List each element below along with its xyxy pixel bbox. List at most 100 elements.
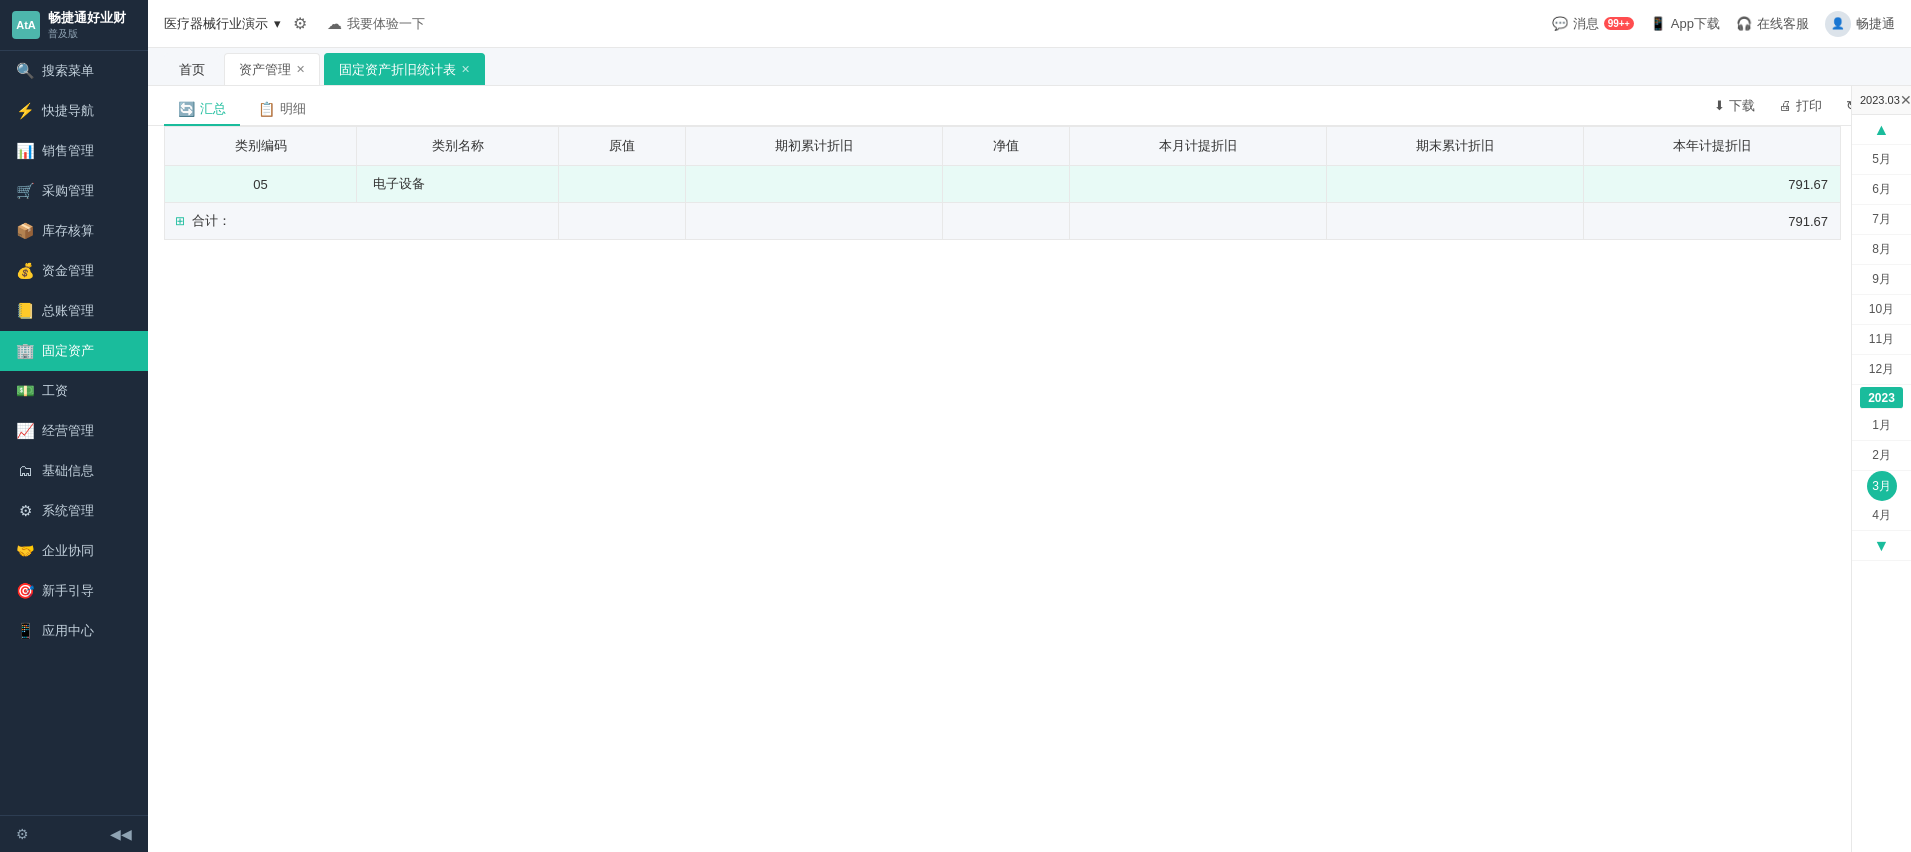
total-label: ⊞ 合计： bbox=[165, 203, 559, 240]
sidebar-item-collab[interactable]: 🤝 企业协同 bbox=[0, 531, 148, 571]
sidebar-item-purchase[interactable]: 🛒 采购管理 bbox=[0, 171, 148, 211]
row-monthly-dep bbox=[1070, 166, 1327, 203]
message-icon: 💬 bbox=[1552, 16, 1568, 31]
total-original bbox=[559, 203, 686, 240]
company-dropdown-icon: ▾ bbox=[274, 16, 281, 31]
headset-icon: 🎧 bbox=[1736, 16, 1752, 31]
support-button[interactable]: 🎧 在线客服 bbox=[1736, 15, 1809, 33]
month-7[interactable]: 7月 bbox=[1852, 205, 1911, 235]
col-monthly-depreciation: 本月计提折旧 bbox=[1070, 127, 1327, 166]
guide-icon: 🎯 bbox=[16, 582, 34, 600]
sidebar-item-quicknav[interactable]: ⚡ 快捷导航 bbox=[0, 91, 148, 131]
col-accumulated-depreciation: 期初累计折旧 bbox=[686, 127, 943, 166]
month-10[interactable]: 10月 bbox=[1852, 295, 1911, 325]
sidebar-label-quicknav: 快捷导航 bbox=[42, 102, 94, 120]
sidebar-item-search[interactable]: 🔍 搜索菜单 bbox=[0, 51, 148, 91]
app-logo: AtA 畅捷通好业财 普及版 bbox=[0, 0, 148, 51]
quicknav-icon: ⚡ bbox=[16, 102, 34, 120]
depreciation-tab-close[interactable]: ✕ bbox=[461, 63, 470, 76]
tab-asset-management[interactable]: 资产管理 ✕ bbox=[224, 53, 320, 85]
sidebar-item-fixed[interactable]: 🏢 固定资产 bbox=[0, 331, 148, 371]
month-3-active[interactable]: 3月 bbox=[1867, 471, 1897, 501]
month-9[interactable]: 9月 bbox=[1852, 265, 1911, 295]
top-header: 医疗器械行业演示 ▾ ⚙ ☁ 我要体验一下 💬 消息 99++ 📱 App下载 … bbox=[148, 0, 1911, 48]
user-label: 畅捷通 bbox=[1856, 15, 1895, 33]
footer-settings-icon[interactable]: ⚙ bbox=[16, 826, 29, 842]
salary-icon: 💵 bbox=[16, 382, 34, 400]
month-12[interactable]: 12月 bbox=[1852, 355, 1911, 385]
download-icon: ⬇ bbox=[1714, 98, 1725, 113]
message-label: 消息 bbox=[1573, 15, 1599, 33]
sidebar-label-inventory: 库存核算 bbox=[42, 222, 94, 240]
sidebar-collapse-icon[interactable]: ◀◀ bbox=[110, 826, 132, 842]
inventory-icon: 📦 bbox=[16, 222, 34, 240]
sidebar-item-ledger[interactable]: 📒 总账管理 bbox=[0, 291, 148, 331]
date-panel: 2023.03 ✕ ⤢ ▲ 5月 6月 7月 8月 9月 10月 11月 12月 bbox=[1851, 126, 1911, 852]
logo-sub: 普及版 bbox=[48, 27, 126, 40]
system-icon: ⚙ bbox=[16, 502, 34, 520]
sidebar-label-search: 搜索菜单 bbox=[42, 62, 94, 80]
download-button[interactable]: ⬇ 下载 bbox=[1706, 93, 1763, 119]
tab-depreciation[interactable]: 固定资产折旧统计表 ✕ bbox=[324, 53, 485, 85]
col-annual-depreciation: 本年计提折旧 bbox=[1584, 127, 1841, 166]
app-download-button[interactable]: 📱 App下载 bbox=[1650, 15, 1720, 33]
month-6[interactable]: 6月 bbox=[1852, 175, 1911, 205]
month-2[interactable]: 2月 bbox=[1852, 441, 1911, 471]
detail-label: 明细 bbox=[280, 100, 306, 118]
asset-tab-close[interactable]: ✕ bbox=[296, 63, 305, 76]
logo-text: 畅捷通好业财 普及版 bbox=[48, 10, 126, 40]
sidebar-item-sales[interactable]: 📊 销售管理 bbox=[0, 131, 148, 171]
purchase-icon: 🛒 bbox=[16, 182, 34, 200]
user-menu[interactable]: 👤 畅捷通 bbox=[1825, 11, 1895, 37]
message-button[interactable]: 💬 消息 99++ bbox=[1552, 15, 1634, 33]
year-2023-label: 2023 bbox=[1860, 387, 1903, 409]
col-category-name: 类别名称 bbox=[357, 127, 559, 166]
summary-label: 汇总 bbox=[200, 100, 226, 118]
header-right: 💬 消息 99++ 📱 App下载 🎧 在线客服 👤 畅捷通 bbox=[1552, 11, 1895, 37]
tab-home[interactable]: 首页 bbox=[164, 53, 220, 85]
row-original-value bbox=[559, 166, 686, 203]
tab-bar: 首页 资产管理 ✕ 固定资产折旧统计表 ✕ bbox=[148, 48, 1911, 86]
sidebar-item-basic[interactable]: 🗂 基础信息 bbox=[0, 451, 148, 491]
sidebar-item-system[interactable]: ⚙ 系统管理 bbox=[0, 491, 148, 531]
sidebar-menu: 🔍 搜索菜单 ⚡ 快捷导航 📊 销售管理 🛒 采购管理 📦 库存核算 💰 资金管… bbox=[0, 51, 148, 815]
sidebar-item-salary[interactable]: 💵 工资 bbox=[0, 371, 148, 411]
appstore-icon: 📱 bbox=[16, 622, 34, 640]
operations-icon: 📈 bbox=[16, 422, 34, 440]
sidebar-item-operations[interactable]: 📈 经营管理 bbox=[0, 411, 148, 451]
cloud-icon: ☁ bbox=[327, 15, 342, 33]
asset-tab-label: 资产管理 bbox=[239, 61, 291, 79]
company-selector[interactable]: 医疗器械行业演示 ▾ bbox=[164, 15, 281, 33]
sidebar-label-collab: 企业协同 bbox=[42, 542, 94, 560]
user-avatar: 👤 bbox=[1825, 11, 1851, 37]
sales-icon: 📊 bbox=[16, 142, 34, 160]
sidebar-label-sales: 销售管理 bbox=[42, 142, 94, 160]
sidebar-label-basic: 基础信息 bbox=[42, 462, 94, 480]
month-1[interactable]: 1月 bbox=[1852, 411, 1911, 441]
total-monthly bbox=[1070, 203, 1327, 240]
sidebar-footer: ⚙ ◀◀ bbox=[0, 815, 148, 852]
sidebar-label-fixed: 固定资产 bbox=[42, 342, 94, 360]
sidebar-label-ledger: 总账管理 bbox=[42, 302, 94, 320]
sidebar-item-inventory[interactable]: 📦 库存核算 bbox=[0, 211, 148, 251]
print-label: 打印 bbox=[1796, 97, 1822, 115]
table-row: 05 电子设备 791.67 bbox=[165, 166, 1841, 203]
nav-down-icon[interactable]: ▼ bbox=[1852, 531, 1911, 561]
month-11[interactable]: 11月 bbox=[1852, 325, 1911, 355]
header-settings-icon[interactable]: ⚙ bbox=[293, 14, 307, 33]
month-4[interactable]: 4月 bbox=[1852, 501, 1911, 531]
sidebar-item-guide[interactable]: 🎯 新手引导 bbox=[0, 571, 148, 611]
month-5[interactable]: 5月 bbox=[1852, 145, 1911, 175]
sidebar-item-capital[interactable]: 💰 资金管理 bbox=[0, 251, 148, 291]
trial-button[interactable]: ☁ 我要体验一下 bbox=[327, 15, 425, 33]
detail-icon: 📋 bbox=[258, 101, 275, 117]
download-label: 下载 bbox=[1729, 97, 1755, 115]
month-8[interactable]: 8月 bbox=[1852, 235, 1911, 265]
sub-tab-detail[interactable]: 📋 明细 bbox=[244, 94, 320, 126]
nav-up-icon[interactable]: ▲ bbox=[1852, 126, 1911, 145]
sidebar-item-appstore[interactable]: 📱 应用中心 bbox=[0, 611, 148, 651]
print-button[interactable]: 🖨 打印 bbox=[1771, 93, 1830, 119]
sidebar-label-appstore: 应用中心 bbox=[42, 622, 94, 640]
sidebar-label-guide: 新手引导 bbox=[42, 582, 94, 600]
sub-tab-summary[interactable]: 🔄 汇总 bbox=[164, 94, 240, 126]
